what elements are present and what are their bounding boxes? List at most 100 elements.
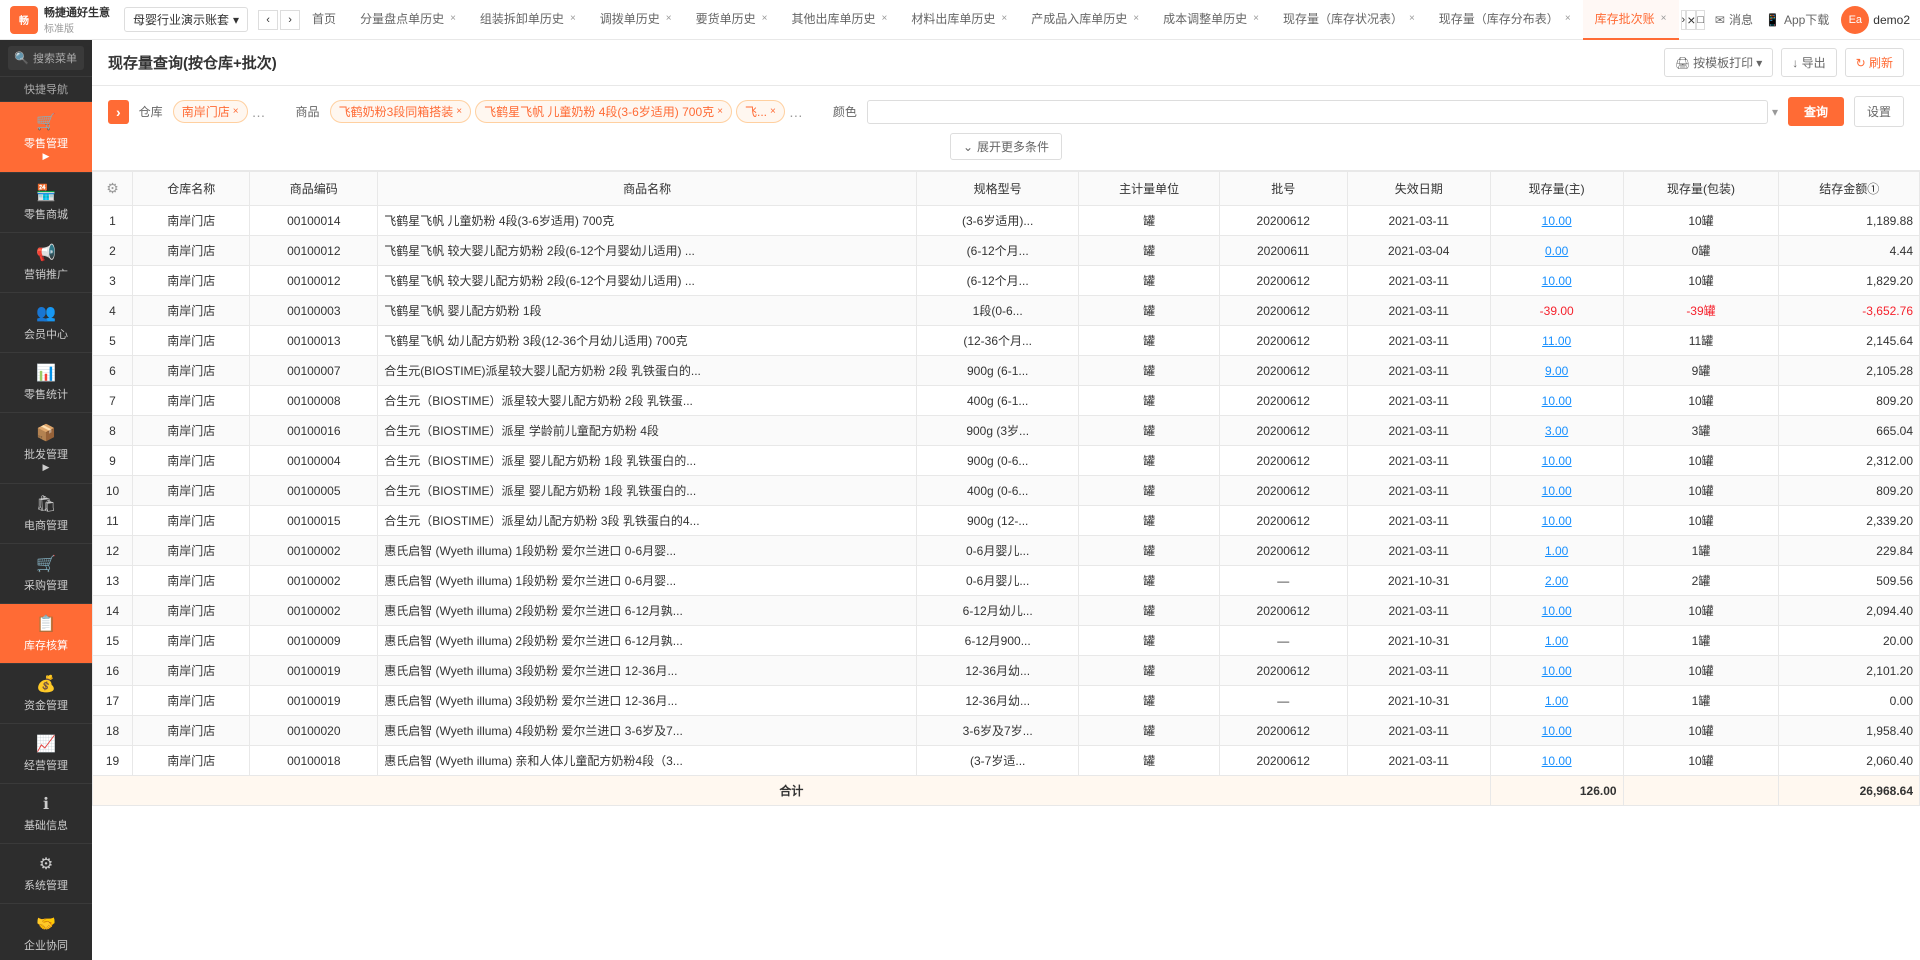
next-arrow[interactable]: › [280,10,300,30]
tab-home[interactable]: 首页 [300,0,348,40]
cell-qty-main[interactable]: 2.00 [1490,566,1623,596]
cell-qty-main[interactable]: 10.00 [1490,656,1623,686]
search-menu-btn[interactable]: 🔍 搜索菜单 [8,46,84,70]
tab-close-8[interactable]: × [1253,13,1259,24]
cell-qty-main[interactable]: 0.00 [1490,236,1623,266]
cell-index: 8 [93,416,133,446]
sidebar-item-retail-stats[interactable]: 📊 零售统计 [0,353,92,413]
query-btn[interactable]: 查询 [1788,97,1844,126]
cell-qty-main[interactable]: 10.00 [1490,506,1623,536]
warehouse-more-dots[interactable]: … [252,104,266,120]
sidebar-item-members[interactable]: 👥 会员中心 [0,293,92,353]
tab-close-2[interactable]: × [570,13,576,24]
cell-qty-main[interactable]: 9.00 [1490,356,1623,386]
account-dropdown[interactable]: 母婴行业演示账套 ▾ [124,7,248,32]
refresh-btn[interactable]: ↻ 刷新 [1845,48,1904,77]
print-btn[interactable]: 🖨 按模板打印 ▾ [1664,48,1773,77]
export-btn[interactable]: ↓ 导出 [1781,48,1836,77]
tab-3[interactable]: 调拨单历史 × [588,0,684,40]
sidebar-item-purchase[interactable]: 🛒 采购管理 [0,544,92,604]
close-all-tabs[interactable]: × [1686,10,1696,30]
tab-close-1[interactable]: × [450,13,456,24]
tab-11-active[interactable]: 库存批次账 × [1583,0,1679,40]
prev-arrow[interactable]: ‹ [258,10,278,30]
cell-qty-main[interactable]: 10.00 [1490,596,1623,626]
cell-qty-pkg: 10罐 [1623,206,1779,236]
warehouse-tag-1[interactable]: 南岸门店 × [173,100,248,123]
cell-spec: 6-12月幼儿... [917,596,1079,626]
sidebar-item-operations[interactable]: 📈 经营管理 [0,724,92,784]
cell-qty-main[interactable]: 1.00 [1490,536,1623,566]
cell-qty-main[interactable]: 1.00 [1490,686,1623,716]
tab-8[interactable]: 成本调整单历史 × [1151,0,1271,40]
goods-tag-close-1[interactable]: × [456,106,462,117]
settings-btn[interactable]: 设置 [1854,96,1904,127]
chevron-right-icon: ▶ [43,151,50,162]
goods-more-dots[interactable]: … [789,104,803,120]
cell-qty-main[interactable]: 10.00 [1490,716,1623,746]
cell-unit: 罐 [1079,566,1220,596]
tab-9[interactable]: 现存量（库存状况表） × [1271,0,1427,40]
tab-6[interactable]: 材料出库单历史 × [899,0,1019,40]
cell-qty-main[interactable]: 10.00 [1490,266,1623,296]
tab-2[interactable]: 组装拆卸单历史 × [468,0,588,40]
user-area[interactable]: Ea demo2 [1841,6,1910,34]
top-right-icons: ✉ 消息 📱 App下载 Ea demo2 [1715,6,1910,34]
warehouse-tag-close[interactable]: × [233,106,239,117]
tab-5[interactable]: 其他出库单历史 × [780,0,900,40]
cell-qty-main[interactable]: 10.00 [1490,746,1623,776]
sidebar-item-marketing[interactable]: 📢 营销推广 [0,233,92,293]
tab-close-3[interactable]: × [666,13,672,24]
color-filter-input[interactable] [867,100,1768,124]
sidebar-item-sys-mgmt[interactable]: ⚙ 系统管理 [0,844,92,904]
expand-more-btn[interactable]: ⌄ 展开更多条件 [950,133,1062,160]
tab-1[interactable]: 分量盘点单历史 × [348,0,468,40]
goods-tag-1[interactable]: 飞鹤奶粉3段同箱搭装 × [330,100,472,123]
shortcut-nav-btn[interactable]: 快捷导航 [0,77,92,102]
cell-qty-main[interactable]: 10.00 [1490,386,1623,416]
sidebar-item-basic-info[interactable]: ℹ 基础信息 [0,784,92,844]
tab-4[interactable]: 要货单历史 × [684,0,780,40]
tab-10[interactable]: 现存量（库存分布表） × [1427,0,1583,40]
sidebar-item-ecommerce[interactable]: 🛍 电商管理 [0,484,92,544]
cell-amount: 1,189.88 [1779,206,1920,236]
expand-filter-btn[interactable]: › [108,100,129,124]
cell-qty-main[interactable]: 10.00 [1490,206,1623,236]
message-btn[interactable]: ✉ 消息 [1715,11,1753,28]
goods-tag-close-3[interactable]: × [770,106,776,117]
tab-close-4[interactable]: × [762,13,768,24]
sidebar-item-label-sys: 系统管理 [24,877,68,893]
sidebar-item-enterprise[interactable]: 🤝 企业协同 [0,904,92,960]
cell-expire: 2021-03-11 [1347,596,1490,626]
app-download-btn[interactable]: 📱 App下载 [1765,11,1829,28]
tab-close-5[interactable]: × [882,13,888,24]
tab-close-7[interactable]: × [1133,13,1139,24]
tab-close-9[interactable]: × [1409,13,1415,24]
cell-name: 飞鹤星飞帆 婴儿配方奶粉 1段 [378,296,917,326]
tab-close-11[interactable]: × [1661,13,1667,24]
cell-qty-main[interactable]: 10.00 [1490,446,1623,476]
cell-qty-main[interactable]: 3.00 [1490,416,1623,446]
color-dropdown-arrow[interactable]: ▾ [1772,105,1778,119]
tab-close-6[interactable]: × [1001,13,1007,24]
goods-tag-3[interactable]: 飞... × [736,100,785,123]
tab-close-10[interactable]: × [1565,13,1571,24]
column-settings-icon[interactable]: ⚙ [106,180,119,196]
cell-qty-main[interactable]: -39.00 [1490,296,1623,326]
sidebar-item-wholesale[interactable]: 📦 批发管理 ▶ [0,413,92,484]
sidebar-item-finance[interactable]: 💰 资金管理 [0,664,92,724]
sidebar-item-inventory[interactable]: 📋 库存核算 [0,604,92,664]
sidebar-item-retail-shop[interactable]: 🏪 零售商城 [0,173,92,233]
sidebar-item-retail-mgmt[interactable]: 🛒 零售管理 ▶ [0,102,92,173]
th-settings[interactable]: ⚙ [93,172,133,206]
content-area: 现存量查询(按仓库+批次) 🖨 按模板打印 ▾ ↓ 导出 ↻ 刷新 [92,40,1920,960]
goods-tag-2[interactable]: 飞鹤星飞帆 儿童奶粉 4段(3-6岁适用) 700克 × [475,100,732,123]
cell-qty-main[interactable]: 11.00 [1490,326,1623,356]
goods-tag-close-2[interactable]: × [717,106,723,117]
cell-name: 合生元（BIOSTIME）派星 学龄前儿童配方奶粉 4段 [378,416,917,446]
cell-qty-main[interactable]: 10.00 [1490,476,1623,506]
minimize-tabs[interactable]: □ [1696,10,1705,30]
tab-7[interactable]: 产成品入库单历史 × [1019,0,1151,40]
cell-name: 惠氏启智 (Wyeth illuma) 2段奶粉 爱尔兰进口 6-12月孰... [378,626,917,656]
cell-qty-main[interactable]: 1.00 [1490,626,1623,656]
